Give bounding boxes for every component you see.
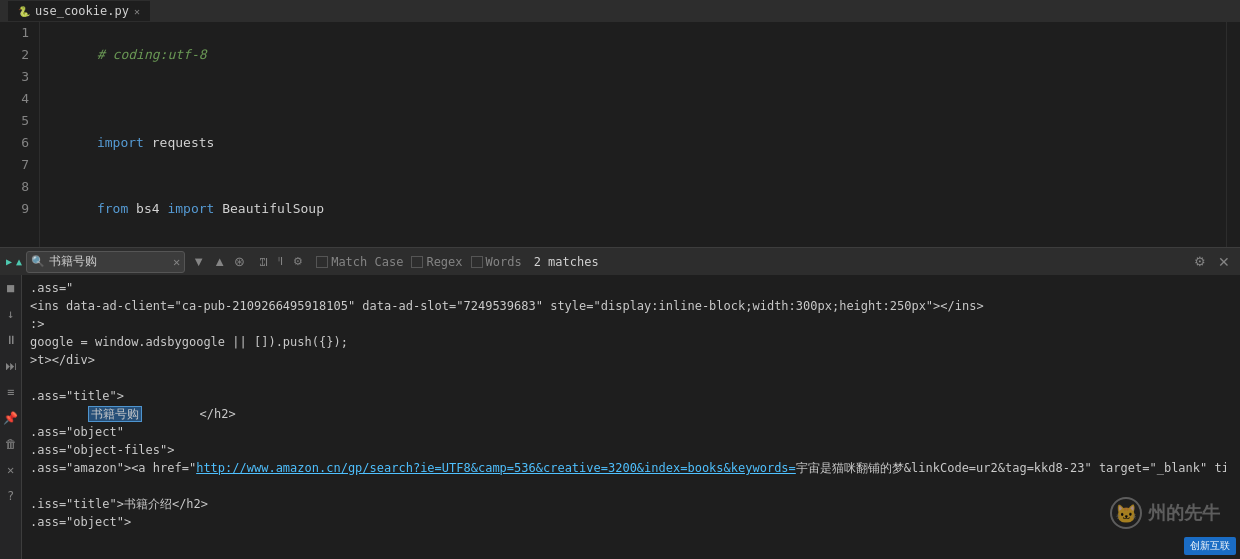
line-number: 4 [10,88,29,110]
line-number: 1 [10,22,29,44]
code-line-4: from bs4 import BeautifulSoup [50,176,1216,242]
brand-badge: 创新互联 [1184,537,1236,555]
terminal-line: :> [30,315,1218,333]
watermark-text: 州的先牛 [1148,501,1220,525]
words-label: Words [486,255,522,269]
cat-icon: 🐱 [1115,503,1137,524]
help-icon[interactable]: ? [5,487,16,505]
terminal-line [30,369,1218,387]
match-case-option[interactable]: Match Case [316,255,403,269]
line-number: 5 [10,110,29,132]
up-arrow-icon[interactable]: ▲ [16,256,22,267]
run-toolbar: ▶ ▲ 🔍 ✕ ▼ ▲ ⊛ ꞮI ᴵI ⚙ Match Case Regex W… [0,247,1240,275]
terminal-line: 书籍号购 </h2> [30,405,1218,423]
clear-icon[interactable]: ✕ [173,255,180,269]
watermark: 🐱 州的先牛 [1110,497,1220,529]
line-number: 3 [10,66,29,88]
code-editor[interactable]: # coding:utf-8 import requests from bs4 … [40,22,1226,247]
editor-scrollbar[interactable] [1226,22,1240,247]
words-checkbox[interactable] [471,256,483,268]
tab-label: use_cookie.py [35,4,129,18]
tab-close-icon[interactable]: ✕ [134,6,140,17]
settings-button[interactable]: ⚙ [1190,253,1210,270]
match-case-checkbox[interactable] [316,256,328,268]
terminal-line: <ins data-ad-client="ca-pub-210926649591… [30,297,1218,315]
terminal-line: .ass=" [30,279,1218,297]
terminal-area: ■ ↓ ⏸ ⏭ ≡ 📌 🗑 ✕ ? .ass=" <ins data-ad-cl… [0,275,1240,559]
line-number: 6 [10,132,29,154]
terminal-line: .ass="title"> [30,387,1218,405]
terminal-scrollbar[interactable] [1226,275,1240,559]
search-option2[interactable]: ᴵI [275,253,286,270]
editor-tab[interactable]: 🐍 use_cookie.py ✕ [8,1,150,21]
line-number: 9 [10,198,29,220]
terminal-line: .ass="object"> [30,513,1218,531]
editor-area: 1 2 3 4 5 6 7 8 9 # coding:utf-8 import … [0,22,1240,247]
search-navigation: ▼ ▲ ⊛ [189,252,248,271]
matches-count: 2 matches [534,255,599,269]
skip-icon[interactable]: ⏭ [3,357,19,375]
title-bar: 🐍 use_cookie.py ✕ [0,0,1240,22]
stop-icon[interactable]: ■ [5,279,16,297]
terminal-line: >t></div> [30,351,1218,369]
regex-label: Regex [426,255,462,269]
terminal-line: google = window.adsbygoogle || []).push(… [30,333,1218,351]
pause-icon[interactable]: ⏸ [3,331,19,349]
line-numbers: 1 2 3 4 5 6 7 8 9 [0,22,40,247]
search-options: Match Case Regex Words 2 matches [316,255,599,269]
search-match-highlight: 书籍号购 [88,406,142,422]
prev-match-button[interactable]: ▼ [189,252,208,271]
code-line-5 [50,242,1216,247]
search-input[interactable] [49,255,169,269]
regex-checkbox[interactable] [411,256,423,268]
terminal-line: .ass="object" [30,423,1218,441]
search-option3[interactable]: ⚙ [290,253,306,270]
terminal-line: .iss="title">书籍介绍</h2> [30,495,1218,513]
terminal-line [30,477,1218,495]
pin-icon[interactable]: 📌 [1,409,20,427]
code-line-3: import requests [50,110,1216,176]
trash-icon[interactable]: 🗑 [3,435,19,453]
search-icon: 🔍 [31,255,45,268]
cross-icon[interactable]: ✕ [5,461,16,479]
terminal-line: .ass="amazon"><a href="http://www.amazon… [30,459,1218,477]
words-option[interactable]: Words [471,255,522,269]
search-filter-button[interactable]: ⊛ [231,252,248,271]
search-option1[interactable]: ꞮI [256,254,271,270]
line-number: 2 [10,44,29,66]
run-icon[interactable]: ▶ [6,256,12,267]
close-search-button[interactable]: ✕ [1214,253,1234,271]
down-icon[interactable]: ↓ [5,305,16,323]
filter-icon[interactable]: ≡ [5,383,16,401]
code-line-2 [50,88,1216,110]
terminal-output: .ass=" <ins data-ad-client="ca-pub-21092… [22,275,1226,559]
regex-option[interactable]: Regex [411,255,462,269]
line-number: 7 [10,154,29,176]
python-icon: 🐍 [18,6,30,17]
line-number: 8 [10,176,29,198]
search-wrapper[interactable]: 🔍 ✕ [26,251,185,273]
code-line-1: # coding:utf-8 [50,22,1216,88]
terminal-line: .ass="object-files"> [30,441,1218,459]
match-case-label: Match Case [331,255,403,269]
terminal-sidebar: ■ ↓ ⏸ ⏭ ≡ 📌 🗑 ✕ ? [0,275,22,559]
watermark-logo: 🐱 [1110,497,1142,529]
next-match-button[interactable]: ▲ [210,252,229,271]
